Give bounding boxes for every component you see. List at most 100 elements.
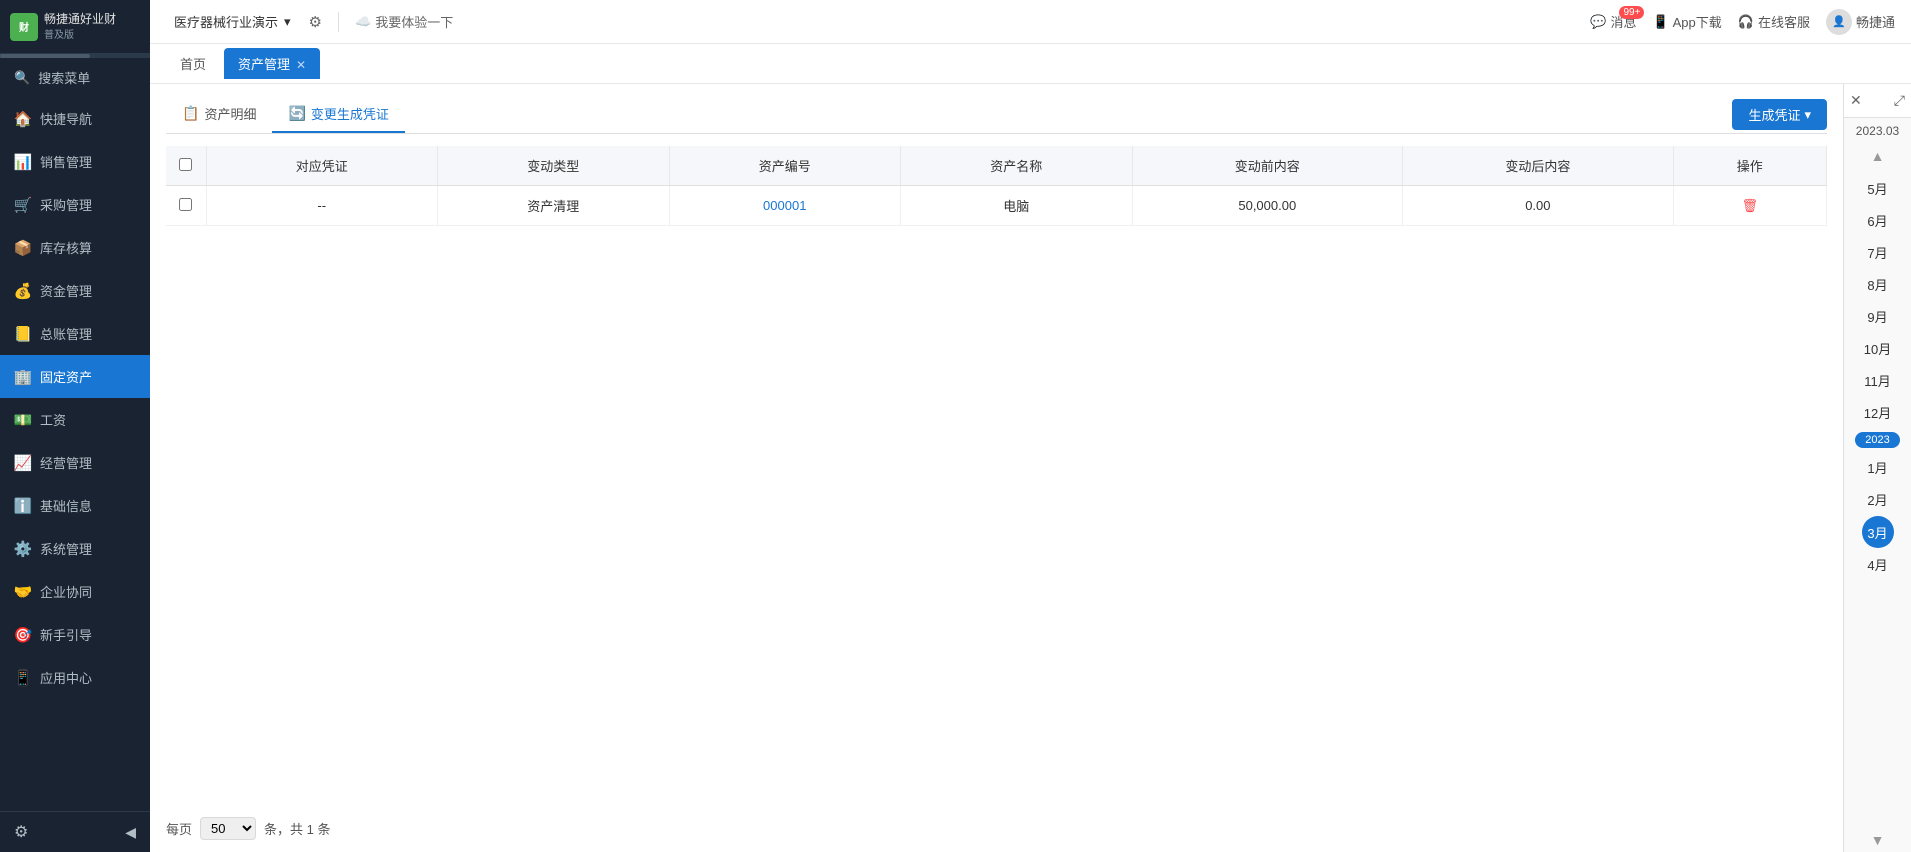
message-button[interactable]: 💬 消息 99+ [1590, 12, 1636, 31]
table-row: -- 资产清理 000001 电脑 50,000.00 0.00 🗑 [166, 186, 1827, 226]
col-action: 操作 [1673, 146, 1826, 186]
cal-month-item[interactable]: 2月 [1848, 484, 1907, 515]
sidebar-item-ledger[interactable]: 📒 总账管理 [0, 312, 150, 355]
sidebar-item-inventory[interactable]: 📦 库存核算 [0, 226, 150, 269]
app-center-icon: 📱 [14, 669, 32, 687]
sidebar-logo: 财 畅捷通好业财 普及版 [0, 0, 150, 54]
cal-nav-up[interactable]: ▲ [1844, 144, 1911, 168]
enterprise-icon: 🤝 [14, 583, 32, 601]
sidebar-gear-icon[interactable]: ⚙ [14, 822, 28, 842]
user-profile-button[interactable]: 👤 畅捷通 [1826, 9, 1895, 35]
fixed-assets-label: 固定资产 [40, 367, 92, 386]
cal-month-item[interactable]: 9月 [1848, 301, 1907, 332]
cal-month-item[interactable]: 1月 [1848, 452, 1907, 483]
salary-icon: 💵 [14, 411, 32, 429]
ledger-icon: 📒 [14, 325, 32, 343]
app-center-label: 应用中心 [40, 668, 92, 687]
cal-month-item[interactable]: 5月 [1848, 173, 1907, 204]
sidebar-item-fund[interactable]: 💰 资金管理 [0, 269, 150, 312]
guide-label: 新手引导 [40, 625, 92, 644]
col-asset-no: 资产编号 [669, 146, 901, 186]
headset-icon: 🎧 [1738, 14, 1754, 30]
sidebar-item-guide[interactable]: 🎯 新手引导 [0, 613, 150, 656]
sidebar-item-system[interactable]: ⚙️ 系统管理 [0, 527, 150, 570]
year-badge: 2023 [1855, 432, 1899, 448]
sidebar-item-purchase[interactable]: 🛒 采购管理 [0, 183, 150, 226]
top-header: 医疗器械行业演示 ▾ ⚙ ☁️ 我要体验一下 💬 消息 99+ 📱 App下载 … [150, 0, 1911, 44]
sidebar-item-salary[interactable]: 💵 工资 [0, 398, 150, 441]
table-body: -- 资产清理 000001 电脑 50,000.00 0.00 🗑 [166, 186, 1827, 226]
select-all-checkbox[interactable] [179, 158, 192, 171]
sub-tab-change-voucher[interactable]: 🔄 变更生成凭证 [272, 96, 404, 133]
sidebar-search-item[interactable]: 🔍 搜索菜单 [0, 58, 150, 97]
cal-month-item[interactable]: 8月 [1848, 269, 1907, 300]
row-change-type: 资产清理 [438, 186, 670, 226]
sidebar-item-operations[interactable]: 📈 经营管理 [0, 441, 150, 484]
col-change-type: 变动类型 [438, 146, 670, 186]
total-label: 条，共 1 条 [264, 819, 330, 838]
experience-button[interactable]: ☁️ 我要体验一下 [355, 12, 453, 31]
logo-text: 畅捷通好业财 [44, 12, 116, 26]
sub-tabs: 📋 资产明细🔄 变更生成凭证 生成凭证 ▾ [166, 96, 1827, 134]
header-divider [338, 12, 339, 32]
cal-month-item[interactable]: 4月 [1848, 549, 1907, 580]
header-gear-icon[interactable]: ⚙ [309, 13, 322, 31]
nav-tabs: 首页资产管理✕ [150, 44, 1911, 84]
sales-label: 销售管理 [40, 152, 92, 171]
sidebar-scroll: 🔍 搜索菜单 🏠 快捷导航📊 销售管理🛒 采购管理📦 库存核算💰 资金管理📒 总… [0, 58, 150, 811]
sidebar-item-quick-nav[interactable]: 🏠 快捷导航 [0, 97, 150, 140]
cal-month-item[interactable]: 6月 [1848, 205, 1907, 236]
right-panel: ✕ ⤢ 2023.03 ▲ 5月6月7月8月9月10月11月12月 2023 1… [1843, 84, 1911, 852]
delete-row-icon[interactable]: 🗑 [1742, 198, 1759, 213]
guide-icon: 🎯 [14, 626, 32, 644]
cal-month-item[interactable]: 11月 [1848, 365, 1907, 396]
company-selector[interactable]: 医疗器械行业演示 ▾ [166, 8, 299, 35]
cal-month-item[interactable]: 10月 [1848, 333, 1907, 364]
sidebar-item-enterprise[interactable]: 🤝 企业协同 [0, 570, 150, 613]
main-area: 医疗器械行业演示 ▾ ⚙ ☁️ 我要体验一下 💬 消息 99+ 📱 App下载 … [150, 0, 1911, 852]
app-download-button[interactable]: 📱 App下载 [1652, 12, 1721, 31]
sub-tab-asset-detail[interactable]: 📋 资产明细 [166, 96, 272, 133]
cal-nav-down[interactable]: ▼ [1844, 828, 1911, 852]
basic-info-label: 基础信息 [40, 496, 92, 515]
row-before-value: 50,000.00 [1132, 186, 1403, 226]
sub-tabs-left: 📋 资产明细🔄 变更生成凭证 [166, 96, 405, 133]
col-asset-name: 资产名称 [901, 146, 1133, 186]
sidebar-item-basic-info[interactable]: ℹ️ 基础信息 [0, 484, 150, 527]
salary-label: 工资 [40, 410, 66, 429]
quick-nav-label: 快捷导航 [40, 109, 92, 128]
right-panel-header: ✕ ⤢ [1844, 84, 1911, 118]
row-checkbox[interactable] [179, 198, 192, 211]
row-after-value: 0.00 [1403, 186, 1674, 226]
per-page-select[interactable]: 102050100 [200, 817, 256, 840]
cal-month-item[interactable]: 12月 [1848, 397, 1907, 428]
online-service-button[interactable]: 🎧 在线客服 [1738, 12, 1810, 31]
nav-tab-home[interactable]: 首页 [166, 48, 220, 79]
quick-nav-icon: 🏠 [14, 110, 32, 128]
message-badge: 99+ [1619, 6, 1644, 19]
right-panel-close-icon[interactable]: ✕ [1850, 92, 1862, 109]
right-panel-expand-icon[interactable]: ⤢ [1894, 92, 1905, 109]
sidebar-collapse-icon[interactable]: ◀ [125, 824, 136, 841]
cal-month-item[interactable]: 3月 [1862, 516, 1894, 548]
generate-voucher-button[interactable]: 生成凭证 ▾ [1732, 99, 1827, 130]
dropdown-icon: ▾ [284, 14, 291, 30]
table-wrapper: 📋 资产明细🔄 变更生成凭证 生成凭证 ▾ 对应凭证 [150, 84, 1843, 852]
table-header-checkbox [166, 146, 206, 186]
system-label: 系统管理 [40, 539, 92, 558]
sidebar-item-fixed-assets[interactable]: 🏢 固定资产 [0, 355, 150, 398]
purchase-icon: 🛒 [14, 196, 32, 214]
nav-tab-asset-manage[interactable]: 资产管理✕ [224, 48, 320, 79]
row-action: 🗑 [1673, 186, 1826, 226]
sidebar-bottom: ⚙ ◀ [0, 811, 150, 852]
inventory-label: 库存核算 [40, 238, 92, 257]
tab-close-asset-manage[interactable]: ✕ [296, 58, 306, 72]
sidebar-item-sales[interactable]: 📊 销售管理 [0, 140, 150, 183]
sidebar-item-app-center[interactable]: 📱 应用中心 [0, 656, 150, 699]
col-before-value: 变动前内容 [1132, 146, 1403, 186]
col-voucher: 对应凭证 [206, 146, 438, 186]
cal-month-item[interactable]: 7月 [1848, 237, 1907, 268]
cloud-icon: ☁️ [355, 14, 371, 30]
enterprise-label: 企业协同 [40, 582, 92, 601]
pagination: 每页 102050100 条，共 1 条 [166, 805, 1827, 840]
